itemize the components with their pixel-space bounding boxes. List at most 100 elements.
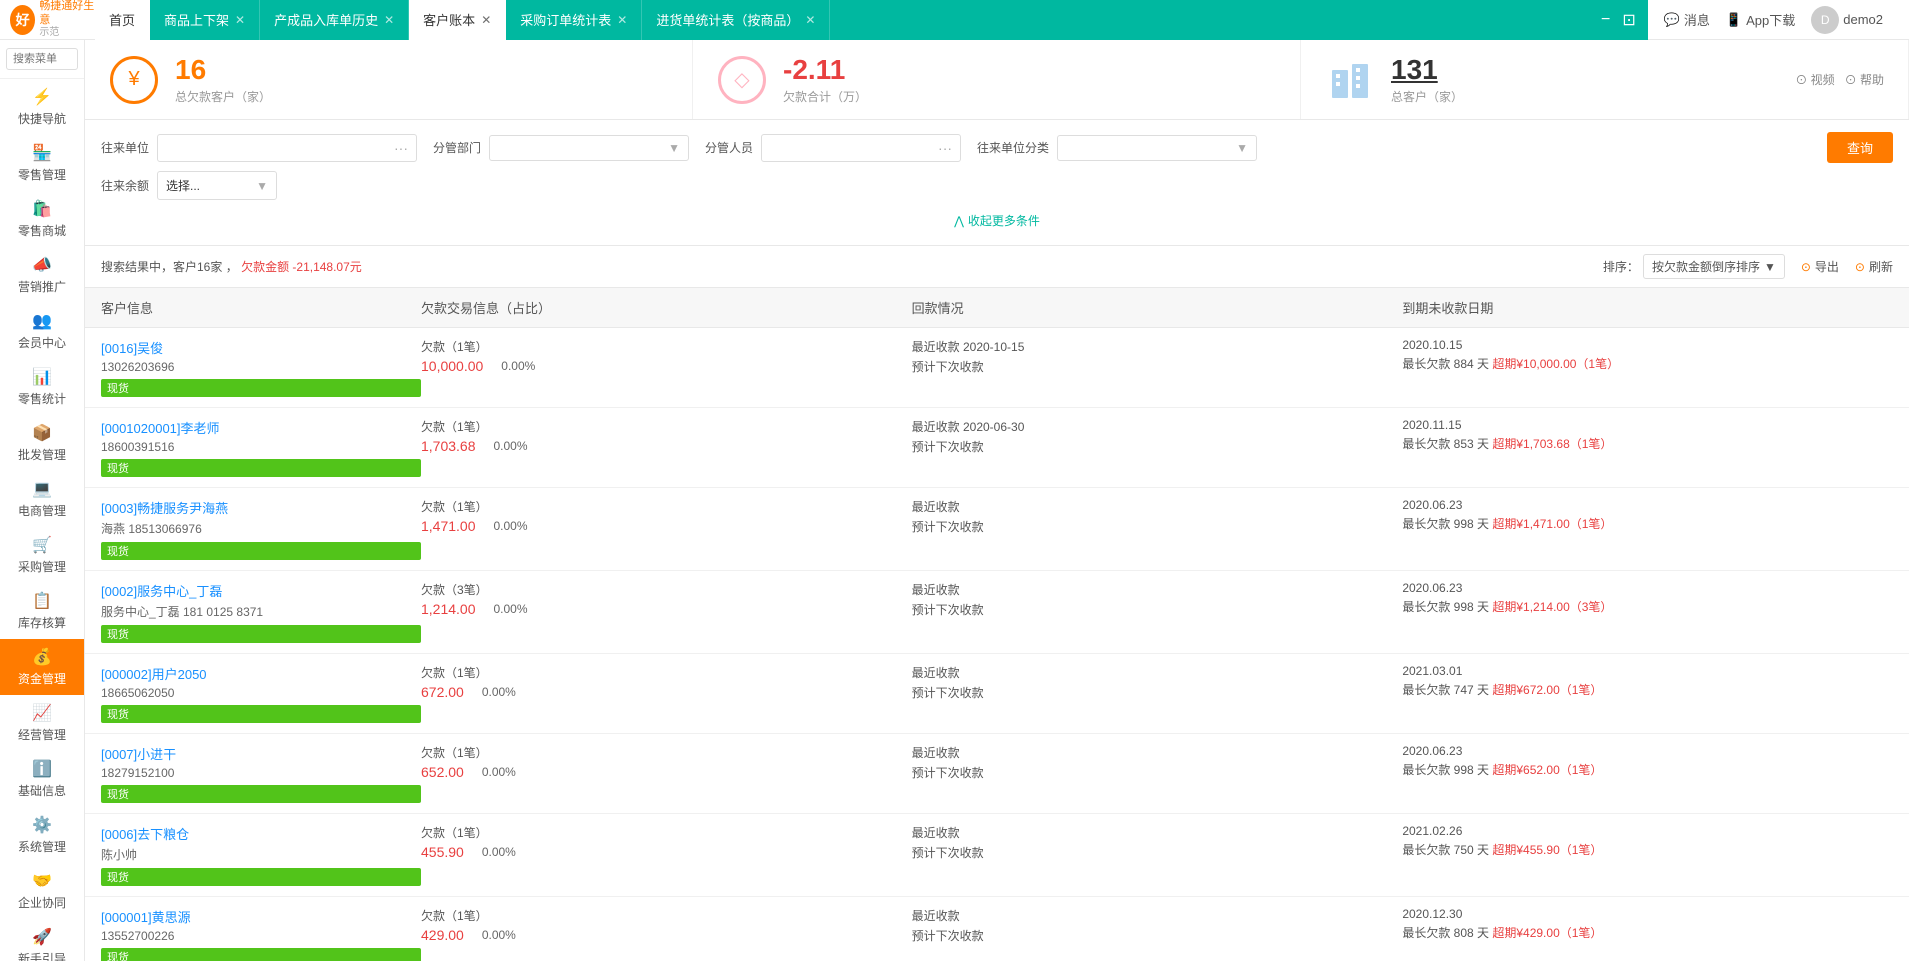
overdue-amount-link[interactable]: 超期¥429.00（1笔）	[1492, 926, 1602, 940]
overdue-amount-link[interactable]: 超期¥672.00（1笔）	[1492, 683, 1602, 697]
data-table: 客户信息 欠款交易信息（占比） 回款情况 到期未收款日期 [0016]吴俊 13…	[85, 288, 1909, 961]
sidebar-item[interactable]: 📦 批发管理	[0, 415, 84, 471]
sidebar-items: ⚡ 快捷导航 🏪 零售管理 🛍️ 零售商城 📣 营销推广 👥 会员中心 📊 零售…	[0, 79, 84, 961]
next-payment: 预计下次收款	[912, 764, 1403, 781]
tab-item[interactable]: 采购订单统计表✕	[506, 0, 642, 40]
customer-name-link[interactable]: [0003]畅捷服务尹海燕	[101, 498, 421, 517]
stat-value-total: 131	[1391, 54, 1463, 86]
debt-count: 欠款（1笔）	[421, 498, 912, 515]
export-button[interactable]: ⊙ 导出	[1801, 258, 1839, 275]
customer-name-link[interactable]: [0016]吴俊	[101, 338, 421, 357]
message-icon: 💬	[1664, 12, 1680, 28]
logo-text: 畅捷通好生意 示范	[39, 0, 95, 38]
filter-person-input[interactable]: ···	[761, 134, 961, 162]
next-payment: 预计下次收款	[912, 684, 1403, 701]
customer-name-link[interactable]: [000002]用户2050	[101, 664, 421, 683]
status-badge: 现货	[101, 459, 421, 477]
sidebar-item[interactable]: 📋 库存核算	[0, 583, 84, 639]
stats-row: ¥ 16 总欠款客户（家） ◇ -2.11 欠款合计（万）	[85, 40, 1909, 120]
message-button[interactable]: 💬 消息	[1664, 10, 1710, 29]
collapse-button[interactable]: ⋀ 收起更多条件	[954, 212, 1040, 229]
repay-info-cell: 最近收款 预计下次收款	[912, 824, 1403, 861]
sidebar-item-label: 快捷导航	[18, 110, 66, 127]
sidebar-item[interactable]: 🛒 采购管理	[0, 527, 84, 583]
refresh-button[interactable]: ⊙ 刷新	[1855, 258, 1893, 275]
app-download-button[interactable]: 📱 App下载	[1726, 10, 1795, 29]
sidebar-item-label: 库存核算	[18, 614, 66, 631]
last-payment: 最近收款 2020-10-15	[912, 338, 1403, 355]
sidebar-item[interactable]: 💻 电商管理	[0, 471, 84, 527]
overdue-date: 2021.03.01	[1402, 664, 1893, 678]
filter-supplier-input[interactable]: ···	[157, 134, 417, 162]
tab-close-icon[interactable]: ✕	[805, 13, 815, 27]
sidebar-item-label: 经营管理	[18, 726, 66, 743]
customer-name-link[interactable]: [0006]去下粮仓	[101, 824, 421, 843]
sidebar-item[interactable]: ⚡ 快捷导航	[0, 79, 84, 135]
window-minimize-button[interactable]: −	[1597, 11, 1614, 29]
sidebar-item-icon: 🤝	[32, 871, 52, 891]
tab-close-icon[interactable]: ✕	[481, 13, 491, 27]
overdue-amount-link[interactable]: 超期¥10,000.00（1笔）	[1492, 357, 1619, 371]
window-maximize-button[interactable]: ⊡	[1618, 10, 1639, 30]
customer-phone: 服务中心_丁磊 181 0125 8371	[101, 603, 421, 620]
tab-close-icon[interactable]: ✕	[617, 13, 627, 27]
sort-select[interactable]: 按欠款金额倒序排序 ▼	[1643, 254, 1785, 279]
sidebar-item[interactable]: 🏪 零售管理	[0, 135, 84, 191]
user-menu[interactable]: D demo2	[1811, 6, 1883, 34]
sidebar-item[interactable]: 💰 资金管理	[0, 639, 84, 695]
tab-label: 进货单统计表（按商品）	[656, 10, 799, 29]
sidebar-item-icon: 🛍️	[32, 199, 52, 219]
debt-ratio: 0.00%	[482, 928, 516, 942]
customer-name-link[interactable]: [0007]小进干	[101, 744, 421, 763]
overdue-amount-link[interactable]: 超期¥1,471.00（1笔）	[1492, 517, 1612, 531]
customer-name-link[interactable]: [0001020001]李老师	[101, 418, 421, 437]
debt-count: 欠款（1笔）	[421, 744, 912, 761]
tab-close-icon[interactable]: ✕	[235, 13, 245, 27]
customer-name-link[interactable]: [0002]服务中心_丁磊	[101, 581, 421, 600]
sidebar-item[interactable]: 📈 经营管理	[0, 695, 84, 751]
debt-info-cell: 欠款（1笔） 1,471.00 0.00%	[421, 498, 912, 534]
tab-item[interactable]: 进货单统计表（按商品） ✕	[642, 0, 830, 40]
stat-value-customers: 16	[175, 54, 271, 86]
sidebar-item[interactable]: 🚀 新手引导	[0, 919, 84, 961]
sidebar-item-icon: ℹ️	[32, 759, 52, 779]
overdue-amount-link[interactable]: 超期¥1,703.68（1笔）	[1492, 437, 1612, 451]
tab-item[interactable]: 首页	[95, 0, 150, 40]
sidebar-item-icon: 🛒	[32, 535, 52, 555]
sidebar-item[interactable]: 📊 零售统计	[0, 359, 84, 415]
tab-item[interactable]: 客户账本✕	[409, 0, 506, 40]
stat-card-total: 131 总客户（家） ⊙ 视频 ⊙ 帮助	[1301, 40, 1909, 119]
sidebar-item[interactable]: 📣 营销推广	[0, 247, 84, 303]
sidebar-item[interactable]: 🛍️ 零售商城	[0, 191, 84, 247]
overdue-days: 最长欠款 747 天 超期¥672.00（1笔）	[1402, 681, 1893, 698]
customer-name-link[interactable]: [000001]黄思源	[101, 907, 421, 926]
sidebar-item-icon: 📈	[32, 703, 52, 723]
tab-item[interactable]: 商品上下架✕	[150, 0, 260, 40]
filter-category-input[interactable]: ▼	[1057, 135, 1257, 161]
sidebar-item-label: 企业协同	[18, 894, 66, 911]
filter-section: 往来单位 ··· 分管部门 ▼ 分管人员	[85, 120, 1909, 246]
search-input[interactable]	[6, 48, 78, 70]
sidebar-item[interactable]: ⚙️ 系统管理	[0, 807, 84, 863]
filter-balance-select[interactable]: 选择... ▼	[157, 171, 277, 200]
sidebar-item[interactable]: 🤝 企业协同	[0, 863, 84, 919]
stat-label-customers: 总欠款客户（家）	[175, 88, 271, 105]
status-badge: 现货	[101, 785, 421, 803]
video-link[interactable]: ⊙ 视频	[1795, 71, 1834, 88]
overdue-amount-link[interactable]: 超期¥1,214.00（3笔）	[1492, 600, 1612, 614]
filter-dept-input[interactable]: ▼	[489, 135, 689, 161]
debt-ratio: 0.00%	[494, 602, 528, 616]
table-row: [0003]畅捷服务尹海燕 海燕 18513066976 现货 欠款（1笔） 1…	[85, 488, 1909, 571]
overdue-amount-link[interactable]: 超期¥652.00（1笔）	[1492, 763, 1602, 777]
query-button[interactable]: 查询	[1827, 132, 1893, 163]
table-row: [0001020001]李老师 18600391516 现货 欠款（1笔） 1,…	[85, 408, 1909, 488]
last-payment: 最近收款 2020-06-30	[912, 418, 1403, 435]
tab-item[interactable]: 产成品入库单历史✕	[260, 0, 409, 40]
export-icon: ⊙	[1801, 260, 1811, 274]
help-link[interactable]: ⊙ 帮助	[1845, 71, 1884, 88]
repay-info-cell: 最近收款 2020-10-15 预计下次收款	[912, 338, 1403, 375]
sidebar-item[interactable]: ℹ️ 基础信息	[0, 751, 84, 807]
overdue-amount-link[interactable]: 超期¥455.90（1笔）	[1492, 843, 1602, 857]
sidebar-item[interactable]: 👥 会员中心	[0, 303, 84, 359]
tab-close-icon[interactable]: ✕	[384, 13, 394, 27]
